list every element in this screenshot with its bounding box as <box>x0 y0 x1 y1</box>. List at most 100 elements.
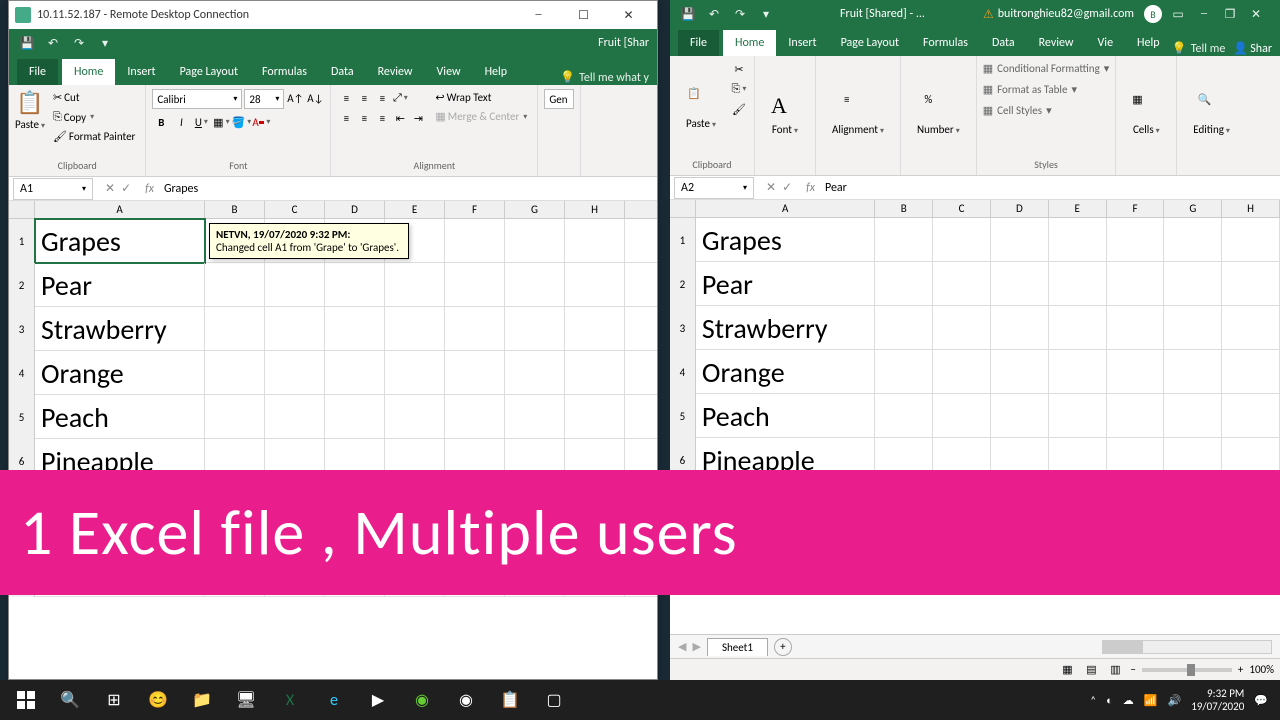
sheet-nav-next-icon[interactable]: ▶ <box>692 640 700 653</box>
save-icon[interactable]: 💾 <box>17 33 37 53</box>
cell[interactable] <box>1164 218 1222 262</box>
home-tab[interactable]: Home <box>62 59 115 85</box>
cell[interactable] <box>1049 394 1107 438</box>
number-format-select[interactable]: Gen <box>544 89 574 109</box>
col-header[interactable]: G <box>505 201 565 218</box>
cell[interactable] <box>1049 306 1107 350</box>
file-tab[interactable]: File <box>17 59 58 85</box>
col-header[interactable]: C <box>265 201 325 218</box>
cell[interactable] <box>1222 350 1280 394</box>
row-header[interactable]: 3 <box>9 307 35 351</box>
copy-icon[interactable]: ⎘ <box>730 80 748 98</box>
cell[interactable]: Grapes <box>696 218 875 262</box>
underline-button[interactable]: U <box>192 113 210 131</box>
restore-button[interactable]: ❐ <box>1220 4 1240 24</box>
cell[interactable] <box>505 351 565 395</box>
cell[interactable] <box>505 219 565 263</box>
h-scrollbar[interactable] <box>1102 640 1272 654</box>
taskbar-app-rdp[interactable]: 🖥 <box>224 680 268 720</box>
font-name-select[interactable]: Calibri▾ <box>152 89 242 109</box>
cell[interactable] <box>1222 306 1280 350</box>
cell[interactable] <box>265 351 325 395</box>
cell[interactable] <box>505 263 565 307</box>
minimize-button[interactable]: ─ <box>516 1 561 29</box>
cell-styles-button[interactable]: ▦ Cell Styles ▾ <box>983 102 1110 119</box>
cell[interactable] <box>933 394 991 438</box>
zoom-slider[interactable] <box>1142 668 1232 672</box>
cell[interactable] <box>1222 262 1280 306</box>
enter-formula-icon[interactable]: ✓ <box>121 181 131 196</box>
row-header[interactable]: 1 <box>670 218 696 262</box>
cell[interactable] <box>1107 218 1165 262</box>
col-header[interactable]: D <box>325 201 385 218</box>
taskbar-app-ie[interactable]: e <box>312 680 356 720</box>
cell[interactable] <box>933 306 991 350</box>
paste-button[interactable]: 📋 Paste <box>676 60 726 156</box>
cell[interactable] <box>325 351 385 395</box>
cell[interactable] <box>505 307 565 351</box>
review-tab[interactable]: Review <box>1027 30 1086 56</box>
cell[interactable]: Pear <box>696 262 875 306</box>
cell[interactable] <box>565 307 625 351</box>
align-center-icon[interactable]: ≡ <box>355 109 373 127</box>
normal-view-icon[interactable]: ▦ <box>1058 661 1076 679</box>
conditional-formatting-button[interactable]: ▦ Conditional Formatting ▾ <box>983 60 1110 77</box>
cell[interactable] <box>325 263 385 307</box>
number-dropdown[interactable]: %Number <box>907 60 970 169</box>
user-avatar[interactable]: B <box>1144 5 1162 23</box>
col-header[interactable]: B <box>875 200 933 217</box>
cells-dropdown[interactable]: ▦Cells <box>1122 60 1170 169</box>
col-header[interactable]: C <box>933 200 991 217</box>
cell[interactable] <box>1107 350 1165 394</box>
formulas-tab[interactable]: Formulas <box>250 59 319 85</box>
col-header[interactable]: F <box>1107 200 1165 217</box>
cell[interactable]: Strawberry <box>696 306 875 350</box>
cell[interactable] <box>1222 394 1280 438</box>
cut-button[interactable]: ✂ Cut <box>49 89 139 106</box>
add-sheet-button[interactable]: + <box>774 638 792 656</box>
cell[interactable] <box>1164 350 1222 394</box>
close-button[interactable]: ✕ <box>606 1 651 29</box>
row-header[interactable]: 3 <box>670 306 696 350</box>
taskbar-app-notes[interactable]: 📋 <box>488 680 532 720</box>
page-layout-tab[interactable]: Page Layout <box>829 30 911 56</box>
cell[interactable]: Grapes <box>35 219 205 263</box>
col-header[interactable]: A <box>35 201 205 218</box>
cell[interactable] <box>1107 306 1165 350</box>
cell[interactable] <box>385 263 445 307</box>
col-header[interactable]: D <box>991 200 1049 217</box>
col-header[interactable]: H <box>1222 200 1280 217</box>
insert-tab[interactable]: Insert <box>776 30 828 56</box>
cell[interactable] <box>875 350 933 394</box>
cell[interactable] <box>1164 306 1222 350</box>
cell[interactable] <box>933 350 991 394</box>
page-layout-tab[interactable]: Page Layout <box>168 59 250 85</box>
minimize-button[interactable]: ─ <box>1194 4 1214 24</box>
col-header[interactable]: E <box>385 201 445 218</box>
cell[interactable] <box>445 351 505 395</box>
cell[interactable] <box>325 395 385 439</box>
col-header[interactable]: B <box>205 201 265 218</box>
cell[interactable] <box>1049 350 1107 394</box>
cell[interactable] <box>1049 262 1107 306</box>
tell-me[interactable]: 💡 Tell me <box>1172 41 1225 56</box>
cell[interactable] <box>205 395 265 439</box>
taskbar-clock[interactable]: 9:32 PM 19/07/2020 <box>1191 687 1244 713</box>
formula-bar[interactable]: Grapes <box>160 182 657 196</box>
col-header[interactable]: E <box>1049 200 1107 217</box>
cell[interactable] <box>205 351 265 395</box>
review-tab[interactable]: Review <box>366 59 425 85</box>
cell[interactable] <box>1049 218 1107 262</box>
cell[interactable] <box>445 219 505 263</box>
taskbar-app-emoji[interactable]: 😊 <box>136 680 180 720</box>
cell[interactable]: Pear <box>35 263 205 307</box>
cell[interactable] <box>265 307 325 351</box>
cell[interactable] <box>205 307 265 351</box>
align-bottom-icon[interactable]: ≡ <box>373 89 391 107</box>
align-middle-icon[interactable]: ≡ <box>355 89 373 107</box>
cell[interactable] <box>933 262 991 306</box>
enter-formula-icon[interactable]: ✓ <box>782 180 792 195</box>
row-header[interactable]: 4 <box>9 351 35 395</box>
notifications-icon[interactable]: 💬 <box>1254 694 1268 707</box>
cell[interactable] <box>445 307 505 351</box>
